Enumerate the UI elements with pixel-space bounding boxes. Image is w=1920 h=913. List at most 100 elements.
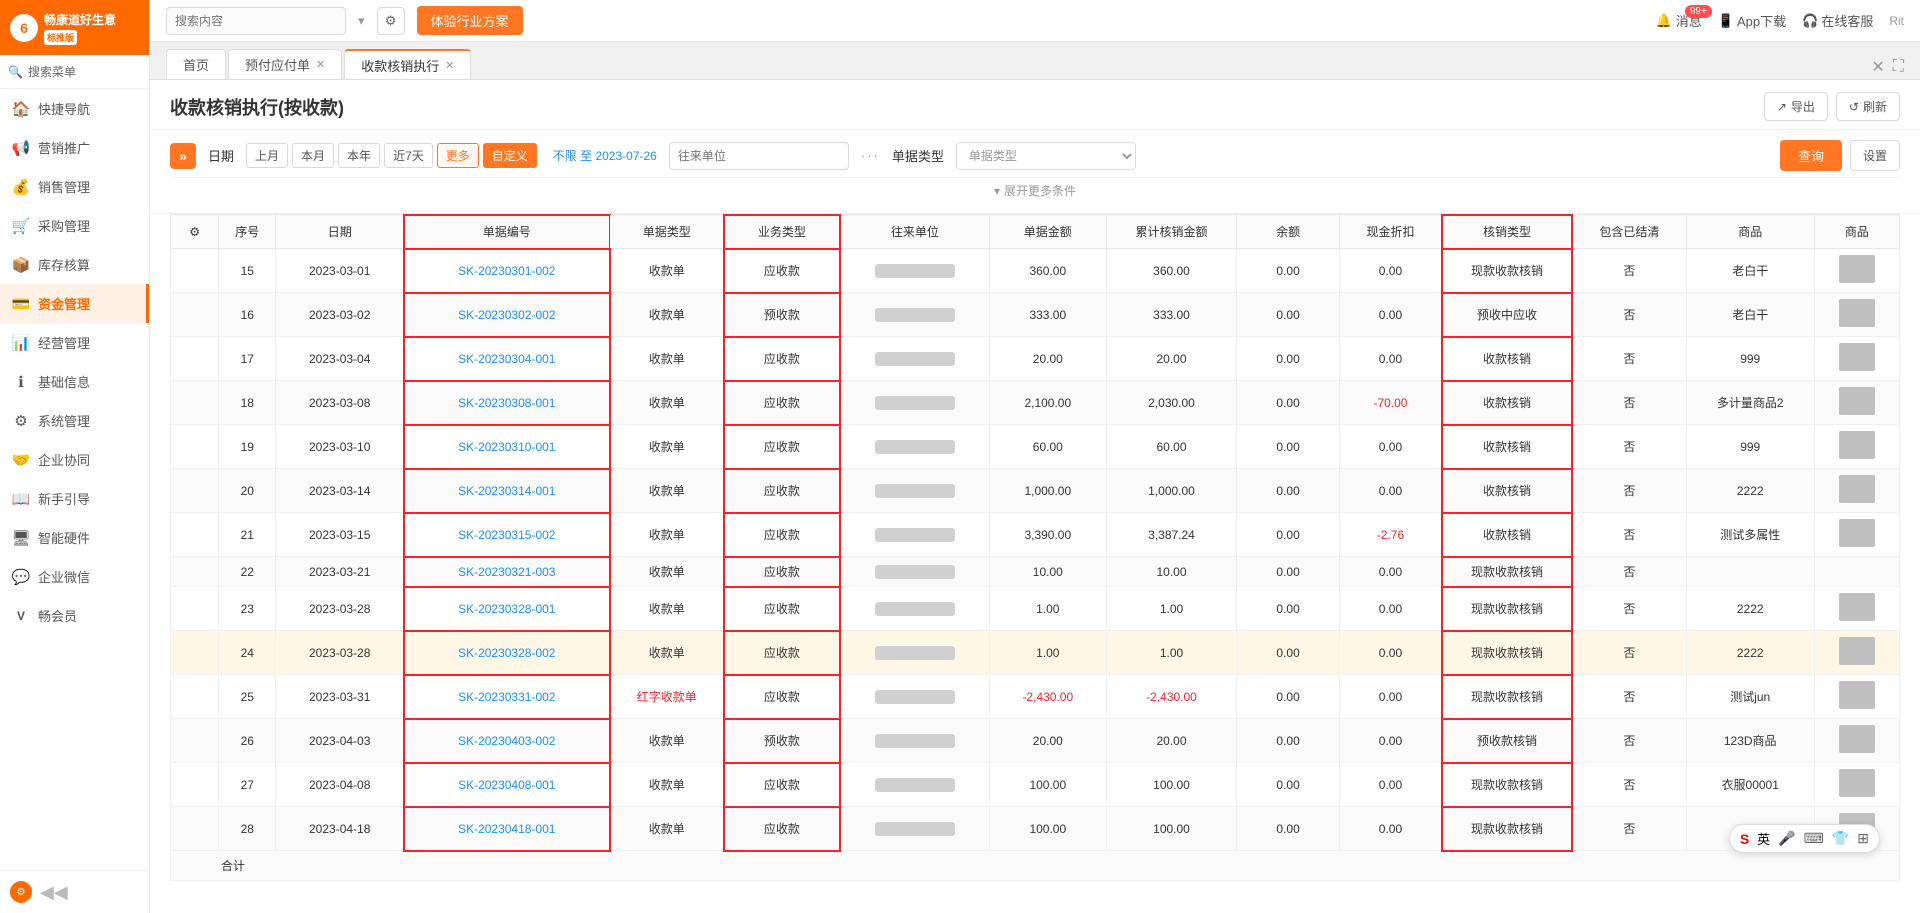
row-product-thumb	[1814, 469, 1899, 513]
info-icon: ℹ	[12, 373, 30, 391]
sidebar-item-marketing[interactable]: 📢 营销推广	[0, 128, 149, 167]
row-product-thumb	[1814, 763, 1899, 807]
filter-toggle-button[interactable]: »	[170, 143, 196, 169]
row-partner	[840, 513, 989, 557]
collapse-button[interactable]: ◀◀	[40, 882, 68, 903]
solution-button[interactable]: 体验行业方案	[417, 6, 523, 35]
row-gear	[171, 719, 219, 763]
row-bill-no[interactable]: SK-20230408-001	[404, 763, 610, 807]
sidebar-item-operation[interactable]: 📊 经营管理	[0, 323, 149, 362]
bill-type-select[interactable]: 单据类型	[956, 142, 1136, 170]
column-settings-icon[interactable]: ⚙	[189, 225, 200, 239]
row-amount: 100.00	[990, 807, 1107, 851]
last-7-days-button[interactable]: 近7天	[384, 143, 433, 168]
messages-button[interactable]: 🔔 消息 99+	[1656, 11, 1702, 30]
sidebar-item-basic[interactable]: ℹ 基础信息	[0, 362, 149, 401]
this-year-button[interactable]: 本年	[338, 143, 380, 168]
query-button[interactable]: 查询	[1780, 140, 1842, 171]
row-bill-no[interactable]: SK-20230304-001	[404, 337, 610, 381]
row-date: 2023-03-08	[276, 381, 404, 425]
row-bill-no[interactable]: SK-20230418-001	[404, 807, 610, 851]
table-row: 152023-03-01SK-20230301-002收款单应收款360.003…	[171, 249, 1900, 293]
custom-date-button[interactable]: 自定义	[483, 143, 537, 168]
row-include-settled: 否	[1572, 763, 1686, 807]
row-gear	[171, 587, 219, 631]
mic-icon[interactable]: 🎤	[1778, 830, 1795, 847]
search-menu-item[interactable]: 🔍 搜索菜单	[0, 55, 149, 89]
row-cancel-type: 现款收款核销	[1442, 763, 1573, 807]
this-month-button[interactable]: 本月	[292, 143, 334, 168]
row-partner	[840, 807, 989, 851]
row-bill-no[interactable]: SK-20230301-002	[404, 249, 610, 293]
row-bill-no[interactable]: SK-20230321-003	[404, 557, 610, 587]
row-bill-no[interactable]: SK-20230403-002	[404, 719, 610, 763]
sidebar-item-purchase[interactable]: 🛒 采购管理	[0, 206, 149, 245]
online-service-button[interactable]: 🎧 在线客服	[1802, 11, 1873, 30]
tab-collection-close[interactable]: ✕	[445, 59, 454, 72]
row-bill-no[interactable]: SK-20230331-002	[404, 675, 610, 719]
dropdown-arrow-icon[interactable]: ▾	[358, 13, 365, 29]
row-bill-no[interactable]: SK-20230315-002	[404, 513, 610, 557]
row-include-settled: 否	[1572, 249, 1686, 293]
row-cumulative: 2,030.00	[1106, 381, 1237, 425]
tab-home[interactable]: 首页	[166, 49, 226, 79]
row-no: 17	[219, 337, 276, 381]
row-date: 2023-03-02	[276, 293, 404, 337]
row-balance: 0.00	[1237, 807, 1339, 851]
handshake-icon: 🤝	[12, 451, 30, 469]
tab-prepay-close[interactable]: ✕	[316, 58, 325, 71]
row-gear	[171, 513, 219, 557]
row-product-thumb	[1814, 675, 1899, 719]
setting-button[interactable]: 设置	[1850, 140, 1900, 171]
row-include-settled: 否	[1572, 631, 1686, 675]
row-biz-type: 应收款	[724, 763, 841, 807]
row-cancel-type: 收款核销	[1442, 425, 1573, 469]
topbar-search-input[interactable]	[166, 7, 346, 35]
partner-more-icon[interactable]: ···	[861, 148, 880, 163]
row-cash-discount: 0.00	[1339, 631, 1441, 675]
tshirt-icon[interactable]: 👕	[1832, 830, 1849, 847]
row-bill-no[interactable]: SK-20230308-001	[404, 381, 610, 425]
maximize-icon[interactable]: ⛶	[1893, 58, 1904, 76]
row-cumulative: 333.00	[1106, 293, 1237, 337]
row-bill-no[interactable]: SK-20230328-002	[404, 631, 610, 675]
row-no: 27	[219, 763, 276, 807]
topbar-gear-button[interactable]: ⚙	[377, 7, 405, 35]
sidebar-item-inventory[interactable]: 📦 库存核算	[0, 245, 149, 284]
sidebar-item-hardware[interactable]: 🖥 智能硬件	[0, 518, 149, 557]
sidebar-item-guide[interactable]: 📖 新手引导	[0, 479, 149, 518]
app-download-button[interactable]: 📱 App下载	[1718, 11, 1786, 30]
grid-icon[interactable]: ⊞	[1857, 830, 1869, 847]
row-bill-no[interactable]: SK-20230302-002	[404, 293, 610, 337]
search-icon: 🔍	[8, 65, 23, 79]
tab-prepay[interactable]: 预付应付单 ✕	[228, 49, 342, 79]
sidebar-item-shortcut[interactable]: 🏠 快捷导航	[0, 89, 149, 128]
headset-icon: 🎧	[1802, 13, 1818, 29]
refresh-button[interactable]: ↺ 刷新	[1836, 92, 1900, 121]
row-biz-type: 应收款	[724, 381, 841, 425]
row-bill-no[interactable]: SK-20230328-001	[404, 587, 610, 631]
partner-filter-input[interactable]	[669, 142, 849, 170]
tab-collection[interactable]: 收款核销执行 ✕	[344, 49, 471, 79]
last-month-button[interactable]: 上月	[246, 143, 288, 168]
sidebar-item-sales[interactable]: 💰 销售管理	[0, 167, 149, 206]
sidebar-item-collab[interactable]: 🤝 企业协同	[0, 440, 149, 479]
row-partner	[840, 381, 989, 425]
expand-conditions-button[interactable]: ▾ 展开更多条件	[170, 177, 1900, 203]
row-product: 123D商品	[1686, 719, 1814, 763]
sidebar-item-finance[interactable]: 💳 资金管理	[0, 284, 149, 323]
sidebar-item-vip[interactable]: V 畅会员	[0, 596, 149, 635]
close-all-icon[interactable]: ✕	[1871, 57, 1884, 77]
sidebar-item-system[interactable]: ⚙ 系统管理	[0, 401, 149, 440]
export-button[interactable]: ↗ 导出	[1764, 92, 1828, 121]
row-bill-no[interactable]: SK-20230314-001	[404, 469, 610, 513]
settings-button[interactable]: ⚙	[10, 881, 32, 903]
row-bill-type: 红字收款单	[610, 675, 724, 719]
keyboard-icon[interactable]: ⌨	[1804, 830, 1824, 847]
sidebar-item-wechat[interactable]: 💬 企业微信	[0, 557, 149, 596]
row-gear	[171, 631, 219, 675]
more-date-button[interactable]: 更多	[437, 143, 479, 168]
row-cash-discount: 0.00	[1339, 469, 1441, 513]
row-cancel-type: 现款收款核销	[1442, 807, 1573, 851]
row-bill-no[interactable]: SK-20230310-001	[404, 425, 610, 469]
